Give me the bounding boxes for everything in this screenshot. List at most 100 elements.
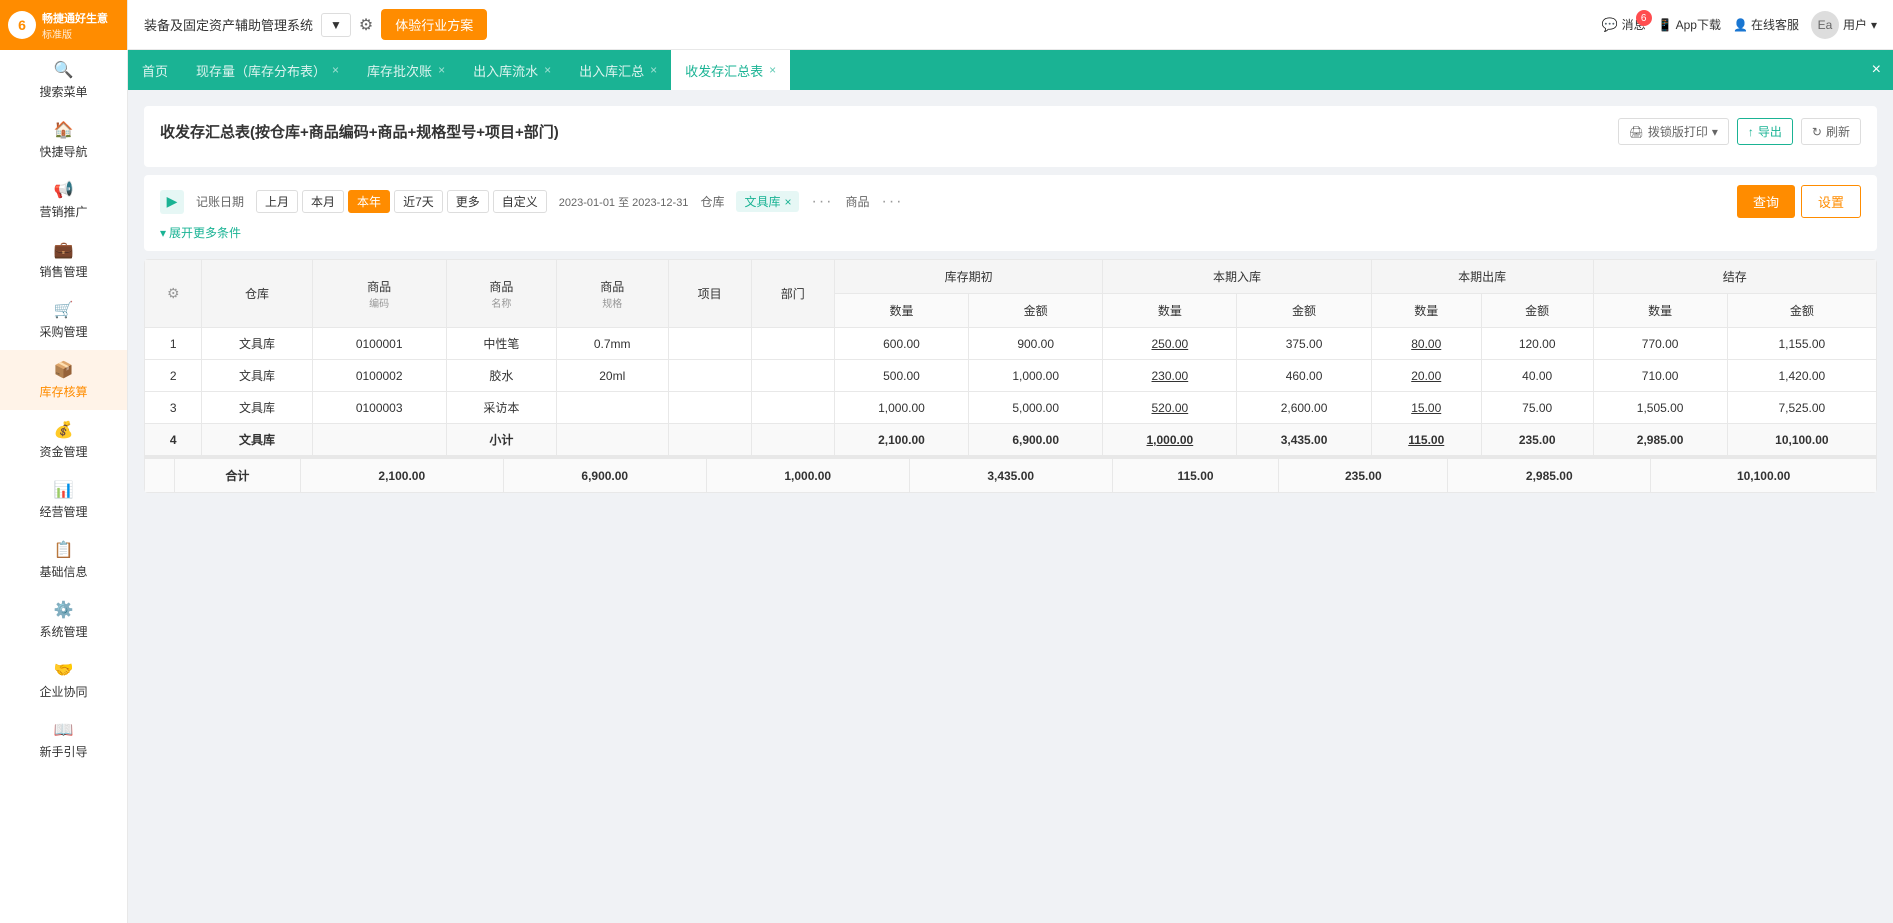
refresh-btn[interactable]: ↻ 刷新 (1801, 118, 1861, 145)
col-warehouse: 仓库 (202, 260, 312, 328)
sidebar-item-search[interactable]: 🔍搜索菜单 (0, 50, 127, 110)
cell-out-qty[interactable]: 15.00 (1371, 392, 1481, 424)
tab-close-recv_summary[interactable]: × (769, 63, 776, 77)
cell-out-qty[interactable]: 80.00 (1371, 328, 1481, 360)
tab-label-inventory_dist: 现存量（库存分布表） (196, 61, 326, 80)
cell-in-amt: 3,435.00 (1237, 424, 1371, 456)
sidebar-item-finance[interactable]: 💰资金管理 (0, 410, 127, 470)
link-out-qty[interactable]: 15.00 (1411, 401, 1441, 415)
sidebar-item-system[interactable]: ⚙️系统管理 (0, 590, 127, 650)
basic-icon: 📋 (54, 540, 74, 560)
purchase-icon: 🛒 (54, 300, 74, 320)
link-in-qty[interactable]: 520.00 (1152, 401, 1189, 415)
table-row: 3文具库0100003采访本1,000.005,000.00520.002,60… (145, 392, 1877, 424)
cell-out-qty[interactable]: 20.00 (1371, 360, 1481, 392)
expand-icon: ▾ (160, 226, 166, 240)
tab-close-batch[interactable]: × (438, 63, 445, 77)
date-btn-本年[interactable]: 本年 (348, 190, 390, 213)
sidebar-item-quick[interactable]: 🏠快捷导航 (0, 110, 127, 170)
tab-close-inout_flow[interactable]: × (544, 63, 551, 77)
guide-icon: 📖 (54, 720, 74, 740)
cell-bal-qty: 1,505.00 (1593, 392, 1727, 424)
cell-in-qty[interactable]: 1,000.00 (1103, 424, 1237, 456)
tab-label-home: 首页 (142, 61, 168, 80)
cell-bal-amt: 7,525.00 (1727, 392, 1876, 424)
sidebar-item-basic[interactable]: 📋 基础信息 (0, 530, 127, 590)
link-in-qty[interactable]: 1,000.00 (1147, 433, 1194, 447)
cell-seq: 4 (145, 424, 202, 456)
online-service-link[interactable]: 👤 在线客服 (1733, 16, 1799, 33)
col-bal-qty: 数量 (1593, 294, 1727, 328)
cell-dept (751, 424, 834, 456)
user-menu[interactable]: Ea 用户 ▾ (1811, 11, 1877, 39)
date-btn-近7天[interactable]: 近7天 (394, 190, 443, 213)
filter-collapse-btn[interactable]: ▶ (160, 190, 184, 214)
cell-warehouse: 文具库 (202, 392, 312, 424)
cell-bal-amt: 1,155.00 (1727, 328, 1876, 360)
setting-btn[interactable]: 设置 (1801, 185, 1861, 218)
sidebar-menu: 🔍搜索菜单🏠快捷导航📢营销推广💼销售管理🛒采购管理📦库存核算💰资金管理📊经营管理… (0, 50, 127, 770)
goods-more-icon[interactable]: ··· (881, 193, 903, 211)
cell-in-qty[interactable]: 250.00 (1103, 328, 1237, 360)
sidebar-item-collab[interactable]: 🤝企业协同 (0, 650, 127, 710)
col-dept: 部门 (751, 260, 834, 328)
sidebar-item-operation[interactable]: 📊经营管理 (0, 470, 127, 530)
warehouse-tag-remove-icon[interactable]: × (784, 195, 791, 209)
tab-close-inventory_dist[interactable]: × (332, 63, 339, 77)
col-name: 商品名称 (446, 260, 556, 328)
settings-gear-icon[interactable]: ⚙ (359, 15, 373, 35)
tabbar-close-btn[interactable]: × (1860, 61, 1893, 79)
sidebar-label-basic: 基础信息 (39, 563, 87, 580)
expand-btn[interactable]: ▾ 展开更多条件 (160, 224, 1861, 241)
sidebar-item-inventory[interactable]: 📦库存核算 (0, 350, 127, 410)
link-in-qty[interactable]: 250.00 (1152, 337, 1189, 351)
link-in-qty[interactable]: 230.00 (1152, 369, 1189, 383)
cell-warehouse: 文具库 (202, 424, 312, 456)
col-init-qty: 数量 (834, 294, 968, 328)
sidebar-item-sales[interactable]: 💼销售管理 (0, 230, 127, 290)
page-header: 收发存汇总表(按仓库+商品编码+商品+规格型号+项目+部门) 🖨 拨锁版打印 ▾… (144, 106, 1877, 167)
cell-out-qty[interactable]: 115.00 (1371, 424, 1481, 456)
tab-batch[interactable]: 库存批次账× (353, 50, 459, 90)
table-settings-icon[interactable]: ⚙ (167, 285, 180, 301)
date-btn-更多[interactable]: 更多 (447, 190, 489, 213)
cell-name: 胶水 (446, 360, 556, 392)
query-btn[interactable]: 查询 (1737, 185, 1795, 218)
print-btn[interactable]: 🖨 拨锁版打印 ▾ (1618, 118, 1729, 145)
date-btn-自定义[interactable]: 自定义 (493, 190, 547, 213)
col-init-amt: 金额 (969, 294, 1103, 328)
cell-in-qty[interactable]: 520.00 (1103, 392, 1237, 424)
sidebar-item-purchase[interactable]: 🛒采购管理 (0, 290, 127, 350)
link-out-qty[interactable]: 115.00 (1408, 433, 1444, 447)
link-out-qty[interactable]: 80.00 (1411, 337, 1441, 351)
notification-btn[interactable]: 💬 6 消息 (1602, 16, 1646, 33)
cell-project (668, 360, 751, 392)
avatar: Ea (1811, 11, 1839, 39)
app-download-link[interactable]: 📱 App下载 (1658, 16, 1721, 33)
tab-inventory_dist[interactable]: 现存量（库存分布表） × (182, 50, 353, 90)
warehouse-more-icon[interactable]: ··· (811, 193, 833, 211)
system-dropdown[interactable]: ▼ (321, 13, 351, 37)
tab-recv_summary[interactable]: 收发存汇总表× (671, 50, 790, 90)
sidebar-item-guide[interactable]: 📖新手引导 (0, 710, 127, 770)
cell-init-qty: 2,100.00 (834, 424, 968, 456)
tab-inout_summary[interactable]: 出入库汇总× (565, 50, 671, 90)
cell-in-qty[interactable]: 230.00 (1103, 360, 1237, 392)
export-btn[interactable]: ↑ 导出 (1737, 118, 1793, 145)
experience-btn[interactable]: 体验行业方案 (381, 9, 487, 40)
footer-in-amt: 3,435.00 (909, 459, 1112, 493)
sidebar-item-marketing[interactable]: 📢营销推广 (0, 170, 127, 230)
col-bal-amt: 金额 (1727, 294, 1876, 328)
tab-inout_flow[interactable]: 出入库流水× (459, 50, 565, 90)
warehouse-tag[interactable]: 文具库 × (736, 191, 799, 212)
link-out-qty[interactable]: 20.00 (1411, 369, 1441, 383)
date-btn-本月[interactable]: 本月 (302, 190, 344, 213)
tab-close-inout_summary[interactable]: × (650, 63, 657, 77)
refresh-icon: ↻ (1812, 125, 1822, 139)
bell-icon: 💬 (1602, 17, 1618, 32)
date-btn-上月[interactable]: 上月 (256, 190, 298, 213)
col-group-out: 本期出库 (1371, 260, 1593, 294)
tab-home[interactable]: 首页 (128, 50, 182, 90)
col-settings: ⚙ (145, 260, 202, 328)
cell-project (668, 328, 751, 360)
